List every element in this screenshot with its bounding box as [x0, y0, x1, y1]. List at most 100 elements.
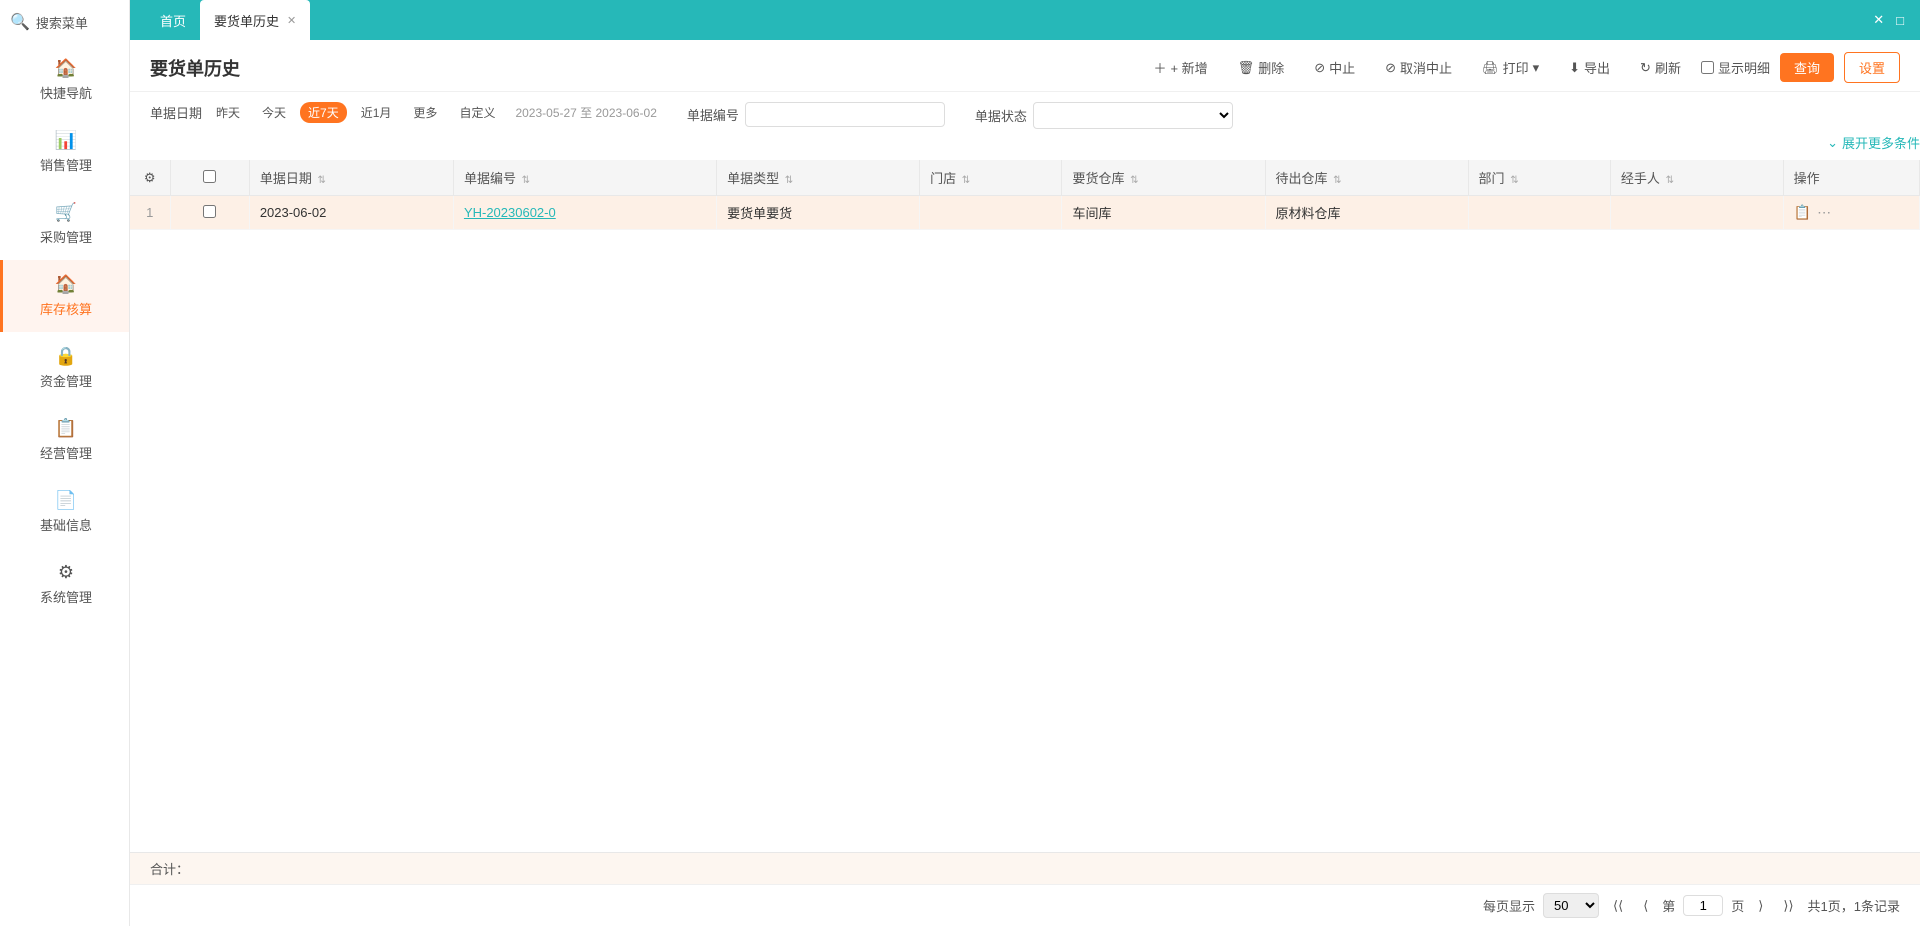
main-content: 首页 要货单历史 ✕ ✕ □ 要货单历史 ＋ + 新增 🗑 删除 [130, 0, 1920, 926]
sidebar-item-sales[interactable]: 📊 销售管理 [0, 116, 129, 188]
doctype-col-header[interactable]: 单据类型 ⇅ [717, 160, 920, 196]
sidebar-search-label: 搜索菜单 [36, 13, 88, 32]
expand-row: ⌄ 展开更多条件 [130, 129, 1920, 160]
settings-col-header[interactable]: ⚙ [130, 160, 170, 196]
sidebar-item-label: 资金管理 [40, 371, 92, 390]
date-col-label: 单据日期 [260, 171, 312, 186]
last-page-btn[interactable]: ⟩⟩ [1777, 896, 1799, 916]
checkbox-col-header [170, 160, 249, 196]
tab-requisition-history[interactable]: 要货单历史 ✕ [200, 0, 310, 40]
table-row[interactable]: 1 2023-06-02 YH-20230602-0 要货单要货 车间库 原材料… [130, 196, 1920, 230]
row-checkbox-cell [170, 196, 249, 230]
operations-icon: 📋 [55, 418, 77, 439]
sidebar-search[interactable]: 🔍 搜索菜单 [0, 0, 129, 44]
stop-icon: ⊘ [1314, 60, 1325, 76]
sidebar-item-purchase[interactable]: 🛒 采购管理 [0, 188, 129, 260]
req-warehouse-col-header[interactable]: 要货仓库 ⇅ [1062, 160, 1265, 196]
row-num: 1 [130, 196, 170, 230]
docno-input[interactable] [745, 102, 945, 127]
sidebar-item-basic-info[interactable]: 📄 基础信息 [0, 476, 129, 548]
tab-home-label: 首页 [160, 11, 186, 30]
home-icon: 🏠 [55, 58, 77, 79]
next-page-btn[interactable]: ⟩ [1752, 896, 1769, 916]
date-shortcut-yesterday[interactable]: 昨天 [208, 102, 248, 123]
date-shortcut-today[interactable]: 今天 [254, 102, 294, 123]
sidebar-item-system[interactable]: ⚙ 系统管理 [0, 548, 129, 620]
dept-col-label: 部门 [1479, 171, 1505, 186]
sidebar-item-operations[interactable]: 📋 经营管理 [0, 404, 129, 476]
sidebar-item-finance[interactable]: 🔒 资金管理 [0, 332, 129, 404]
date-shortcut-1month[interactable]: 近1月 [353, 102, 400, 123]
table-container: ⚙ 单据日期 ⇅ 单据编号 ⇅ 单据类型 [130, 160, 1920, 852]
row-edit-btn[interactable]: 📋 [1794, 204, 1811, 221]
dept-col-header[interactable]: 部门 ⇅ [1468, 160, 1610, 196]
cancel-stop-button[interactable]: ⊘ 取消中止 [1375, 54, 1462, 81]
doctype-sort-icon: ⇅ [785, 175, 793, 186]
row-handler [1610, 196, 1783, 230]
status-select[interactable] [1033, 102, 1233, 129]
handler-col-header[interactable]: 经手人 ⇅ [1610, 160, 1783, 196]
sales-icon: 📊 [55, 130, 77, 151]
action-buttons: 📋 ⋯ [1794, 204, 1909, 221]
page-title: 要货单历史 [150, 55, 240, 81]
export-button[interactable]: ⬇ 导出 [1559, 54, 1620, 81]
prev-page-btn[interactable]: ⟨ [1637, 896, 1654, 916]
filter-date-group: 单据日期 昨天 今天 近7天 近1月 更多 自定义 2023-05-27 至 2… [150, 102, 657, 123]
expand-filter-button[interactable]: ⌄ 展开更多条件 [1827, 133, 1920, 152]
pending-warehouse-col-header[interactable]: 待出仓库 ⇅ [1265, 160, 1468, 196]
tab-home[interactable]: 首页 [146, 0, 200, 40]
print-dropdown-icon: ▾ [1533, 60, 1540, 76]
req-warehouse-col-label: 要货仓库 [1072, 171, 1124, 186]
date-shortcut-more[interactable]: 更多 [405, 102, 445, 123]
stop-button[interactable]: ⊘ 中止 [1304, 54, 1365, 81]
sidebar-item-label: 基础信息 [40, 515, 92, 534]
window-restore-btn[interactable]: □ [1896, 13, 1904, 28]
select-all-checkbox[interactable] [203, 170, 216, 183]
operation-col-header: 操作 [1783, 160, 1919, 196]
row-req-warehouse: 车间库 [1062, 196, 1265, 230]
window-close-btn[interactable]: ✕ [1873, 12, 1884, 28]
store-col-header[interactable]: 门店 ⇅ [920, 160, 1062, 196]
sidebar-item-quick-nav[interactable]: 🏠 快捷导航 [0, 44, 129, 116]
basic-info-icon: 📄 [55, 490, 77, 511]
show-detail-checkbox[interactable] [1701, 61, 1714, 74]
requisition-table: ⚙ 单据日期 ⇅ 单据编号 ⇅ 单据类型 [130, 160, 1920, 230]
row-docno-link[interactable]: YH-20230602-0 [464, 205, 556, 220]
dept-sort-icon: ⇅ [1510, 175, 1518, 186]
page-number-input[interactable] [1683, 895, 1723, 916]
query-button[interactable]: 查询 [1780, 53, 1834, 82]
row-checkbox[interactable] [203, 205, 216, 218]
new-icon: ＋ [1153, 58, 1166, 77]
sidebar-item-inventory[interactable]: 🏠 库存核算 [0, 260, 129, 332]
row-dept [1468, 196, 1610, 230]
refresh-button[interactable]: ↻ 刷新 [1630, 54, 1691, 81]
date-shortcut-custom[interactable]: 自定义 [451, 102, 503, 123]
sidebar-item-label: 采购管理 [40, 227, 92, 246]
page-header: 要货单历史 ＋ + 新增 🗑 删除 ⊘ 中止 ⊘ 取消中止 [130, 40, 1920, 92]
new-button[interactable]: ＋ + 新增 [1143, 54, 1217, 81]
date-shortcut-7days[interactable]: 近7天 [300, 102, 347, 123]
row-more-btn[interactable]: ⋯ [1817, 204, 1831, 221]
settings-button[interactable]: 设置 [1844, 52, 1900, 83]
store-sort-icon: ⇅ [962, 175, 970, 186]
show-detail-toggle[interactable]: 显示明细 [1701, 58, 1770, 77]
tab-close-btn[interactable]: ✕ [287, 14, 296, 27]
toolbar: ＋ + 新增 🗑 删除 ⊘ 中止 ⊘ 取消中止 🖨 打印 [1143, 52, 1900, 83]
page-size-select[interactable]: 50 10 20 100 [1543, 893, 1599, 918]
print-button[interactable]: 🖨 打印 ▾ [1472, 54, 1549, 81]
sidebar-item-label: 经营管理 [40, 443, 92, 462]
first-page-btn[interactable]: ⟨⟨ [1607, 896, 1629, 916]
inventory-icon: 🏠 [55, 274, 77, 295]
delete-button[interactable]: 🗑 删除 [1228, 54, 1295, 81]
print-icon: 🖨 [1482, 60, 1499, 76]
docno-col-header[interactable]: 单据编号 ⇅ [453, 160, 716, 196]
finance-icon: 🔒 [55, 346, 77, 367]
req-warehouse-sort-icon: ⇅ [1130, 175, 1138, 186]
sidebar: 🔍 搜索菜单 🏠 快捷导航 📊 销售管理 🛒 采购管理 🏠 库存核算 🔒 资金管… [0, 0, 130, 926]
docno-filter-label: 单据编号 [687, 105, 739, 124]
date-range-display: 2023-05-27 至 2023-06-02 [515, 104, 656, 121]
row-actions: 📋 ⋯ [1783, 196, 1919, 230]
date-col-header[interactable]: 单据日期 ⇅ [249, 160, 453, 196]
store-col-label: 门店 [930, 171, 956, 186]
search-icon: 🔍 [10, 12, 30, 32]
